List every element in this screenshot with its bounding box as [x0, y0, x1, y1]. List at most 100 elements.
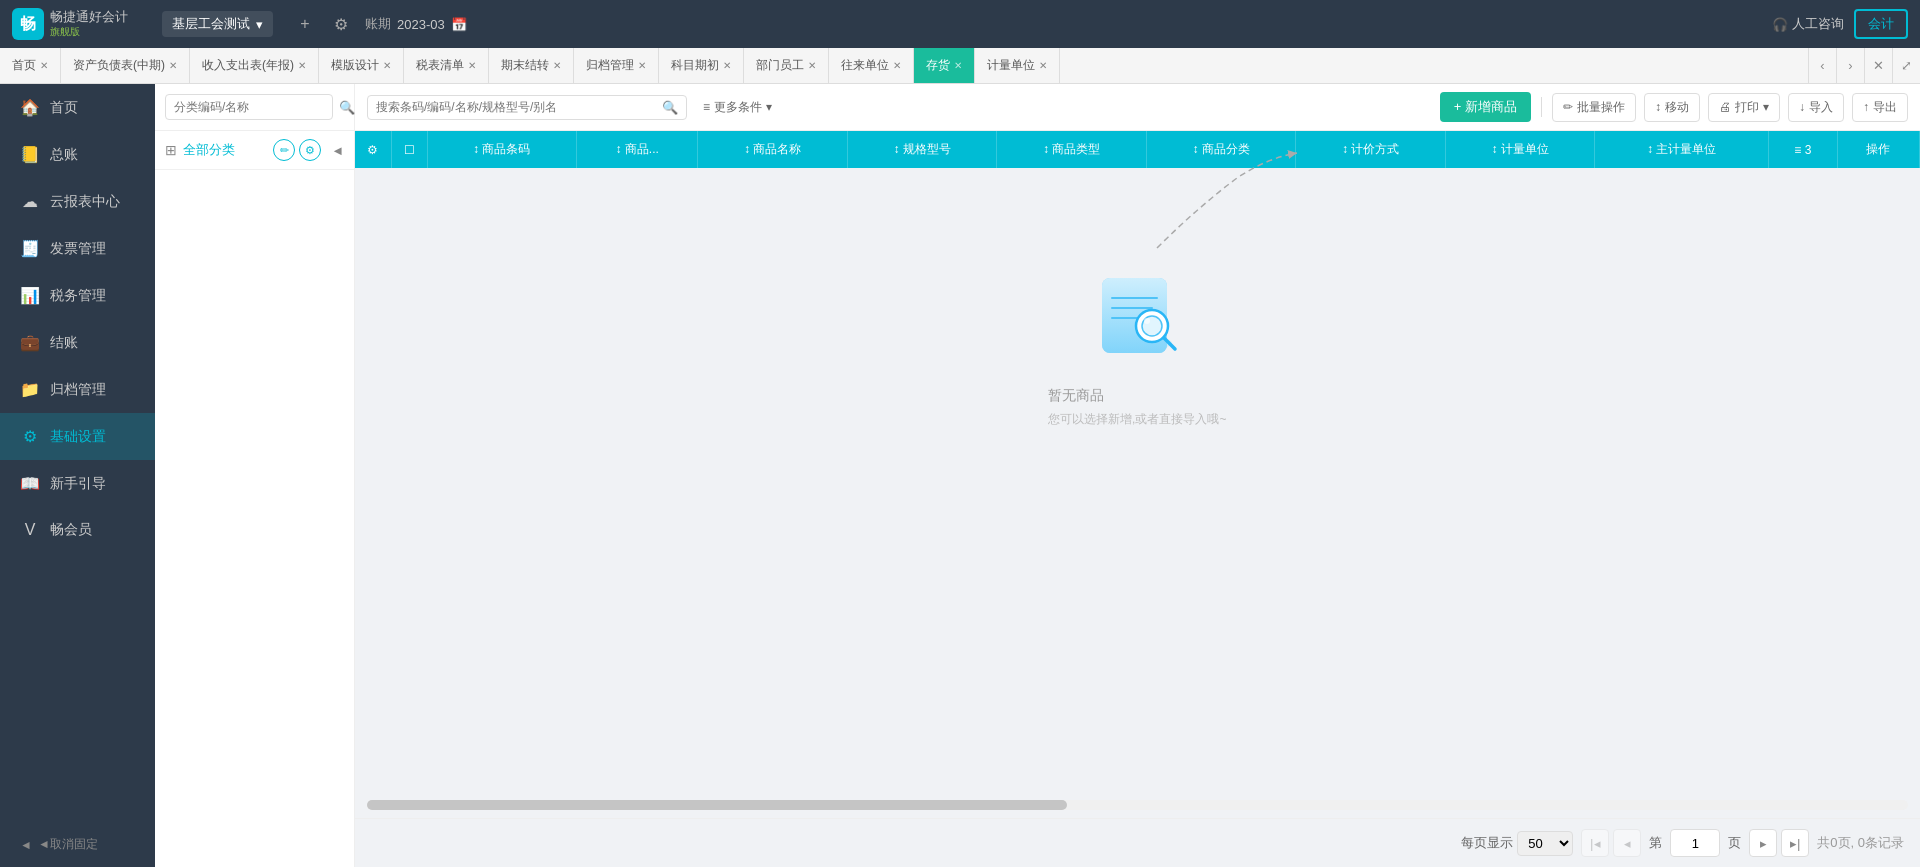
sidebar-item-guide[interactable]: 📖 新手引导	[0, 460, 155, 507]
add-product-btn[interactable]: + 新增商品	[1440, 92, 1531, 122]
sidebar-item-ledger[interactable]: 📒 总账	[0, 131, 155, 178]
category-search-input[interactable]	[165, 94, 333, 120]
settings-icon: ⚙	[20, 427, 40, 446]
tab-next-btn[interactable]: ›	[1836, 48, 1864, 84]
print-btn[interactable]: 🖨 打印 ▾	[1708, 93, 1780, 122]
calendar-icon[interactable]: 📅	[451, 17, 467, 32]
tab-expand-btn[interactable]: ⤢	[1892, 48, 1920, 84]
tab-inventory[interactable]: 存货 ✕	[914, 48, 975, 84]
period-label: 账期	[365, 15, 391, 33]
workspace-name: 基层工会测试	[172, 15, 250, 33]
scrollbar-thumb[interactable]	[367, 800, 1067, 810]
tab-period-close[interactable]: ✕	[553, 60, 561, 71]
product-search-input[interactable]	[376, 100, 658, 114]
sidebar-item-cloud-label: 云报表中心	[50, 193, 120, 211]
batch-operation-btn[interactable]: ✏ 批量操作	[1552, 93, 1636, 122]
th-col3[interactable]: ≡ 3	[1769, 131, 1837, 168]
sidebar-item-close-account[interactable]: 💼 结账	[0, 319, 155, 366]
all-category-label[interactable]: 全部分类	[183, 141, 235, 159]
sidebar-item-invoice[interactable]: 🧾 发票管理	[0, 225, 155, 272]
th-settings[interactable]: ⚙	[355, 131, 391, 168]
tab-period-end[interactable]: 期末结转 ✕	[489, 48, 574, 84]
filter-btn[interactable]: ≡ 更多条件 ▾	[695, 95, 780, 120]
sidebar-item-member[interactable]: V 畅会员	[0, 507, 155, 553]
tab-dept-close[interactable]: ✕	[808, 60, 816, 71]
tab-archive[interactable]: 归档管理 ✕	[574, 48, 659, 84]
sidebar-item-tax-label: 税务管理	[50, 287, 106, 305]
sidebar-item-ledger-label: 总账	[50, 146, 78, 164]
workspace-selector[interactable]: 基层工会测试 ▾	[162, 11, 273, 37]
tab-subject-close[interactable]: ✕	[723, 60, 731, 71]
category-settings-btn[interactable]: ⚙	[299, 139, 321, 161]
per-page-label: 每页显示	[1461, 834, 1513, 852]
tab-contacts-close[interactable]: ✕	[893, 60, 901, 71]
tab-income-close[interactable]: ✕	[298, 60, 306, 71]
print-label: 打印	[1735, 99, 1759, 116]
tab-unit-close[interactable]: ✕	[1039, 60, 1047, 71]
tab-contacts[interactable]: 往来单位 ✕	[829, 48, 914, 84]
horizontal-scrollbar[interactable]	[367, 800, 1908, 810]
page-number-input[interactable]	[1670, 829, 1720, 857]
sidebar-item-basic-settings[interactable]: ⚙ 基础设置	[0, 413, 155, 460]
add-workspace-btn[interactable]: +	[291, 10, 319, 38]
tab-template[interactable]: 模版设计 ✕	[319, 48, 404, 84]
prev-page-btn[interactable]: ◂	[1613, 829, 1641, 857]
tab-inventory-close[interactable]: ✕	[954, 60, 962, 71]
tab-subject-init[interactable]: 科目期初 ✕	[659, 48, 744, 84]
th-unit[interactable]: ↕ 计量单位	[1445, 131, 1595, 168]
tab-tax-close[interactable]: ✕	[468, 60, 476, 71]
sidebar-item-home[interactable]: 🏠 首页	[0, 84, 155, 131]
th-spec[interactable]: ↕ 规格型号	[847, 131, 997, 168]
tab-prev-btn[interactable]: ‹	[1808, 48, 1836, 84]
th-barcode[interactable]: ↕ 商品条码	[427, 131, 577, 168]
account-btn[interactable]: 会计	[1854, 9, 1908, 39]
th-name[interactable]: ↕ 商品名称	[698, 131, 848, 168]
per-page-select[interactable]: 20 50 100 200	[1517, 831, 1573, 856]
th-type[interactable]: ↕ 商品类型	[997, 131, 1147, 168]
tab-archive-close[interactable]: ✕	[638, 60, 646, 71]
sidebar-item-archive[interactable]: 📁 归档管理	[0, 366, 155, 413]
sidebar-item-cloud-report[interactable]: ☁ 云报表中心	[0, 178, 155, 225]
th-code[interactable]: ↕ 商品...	[577, 131, 698, 168]
tab-balance-sheet-close[interactable]: ✕	[169, 60, 177, 71]
tab-close-all-btn[interactable]: ✕	[1864, 48, 1892, 84]
tab-tax-list[interactable]: 税表清单 ✕	[404, 48, 489, 84]
tab-balance-sheet-label: 资产负债表(中期)	[73, 57, 165, 74]
period-info: 账期 2023-03 📅	[365, 15, 467, 33]
export-btn[interactable]: ↑ 导出	[1852, 93, 1908, 122]
app-logo: 畅 畅捷通好会计 旗舰版	[12, 8, 152, 40]
sidebar-unpin-btn[interactable]: ◄ ◄取消固定	[0, 822, 155, 867]
import-btn[interactable]: ↓ 导入	[1788, 93, 1844, 122]
next-page-btn[interactable]: ▸	[1749, 829, 1777, 857]
last-page-btn[interactable]: ▸|	[1781, 829, 1809, 857]
category-edit-btn[interactable]: ✏	[273, 139, 295, 161]
tab-unit[interactable]: 计量单位 ✕	[975, 48, 1060, 84]
customer-service-btn[interactable]: 🎧 人工咨询	[1772, 15, 1844, 33]
th-main-unit[interactable]: ↕ 主计量单位	[1595, 131, 1769, 168]
product-search-icon[interactable]: 🔍	[662, 100, 678, 115]
tab-balance-sheet[interactable]: 资产负债表(中期) ✕	[61, 48, 190, 84]
import-label: 导入	[1809, 99, 1833, 116]
page-label: 第	[1649, 834, 1662, 852]
th-price-method[interactable]: ↕ 计价方式	[1296, 131, 1446, 168]
tab-home-close[interactable]: ✕	[40, 60, 48, 71]
tab-template-close[interactable]: ✕	[383, 60, 391, 71]
first-page-btn[interactable]: |◂	[1581, 829, 1609, 857]
tab-income-statement[interactable]: 收入支出表(年报) ✕	[190, 48, 319, 84]
sidebar-item-settings-label: 基础设置	[50, 428, 106, 446]
tab-dept-staff[interactable]: 部门员工 ✕	[744, 48, 829, 84]
th-checkbox[interactable]: ☐	[391, 131, 427, 168]
sidebar-item-close-label: 结账	[50, 334, 78, 352]
tab-arrows: ‹ › ✕ ⤢	[1808, 48, 1920, 84]
tab-home[interactable]: 首页 ✕	[0, 48, 61, 84]
settings-btn[interactable]: ⚙	[327, 10, 355, 38]
top-bar: 畅 畅捷通好会计 旗舰版 基层工会测试 ▾ + ⚙ 账期 2023-03 📅 🎧…	[0, 0, 1920, 48]
empty-state: 暂无商品 您可以选择新增,或者直接导入哦~	[355, 168, 1920, 508]
sidebar-item-tax[interactable]: 📊 税务管理	[0, 272, 155, 319]
toolbar: 🔍 ≡ 更多条件 ▾ + 新增商品 ✏ 批量操作 ↕ 移动	[355, 84, 1920, 131]
category-collapse-btn[interactable]: ◄	[331, 143, 344, 158]
move-btn[interactable]: ↕ 移动	[1644, 93, 1700, 122]
batch-label: 批量操作	[1577, 99, 1625, 116]
headset-icon: 🎧	[1772, 17, 1788, 32]
category-search-icon[interactable]: 🔍	[339, 100, 355, 115]
